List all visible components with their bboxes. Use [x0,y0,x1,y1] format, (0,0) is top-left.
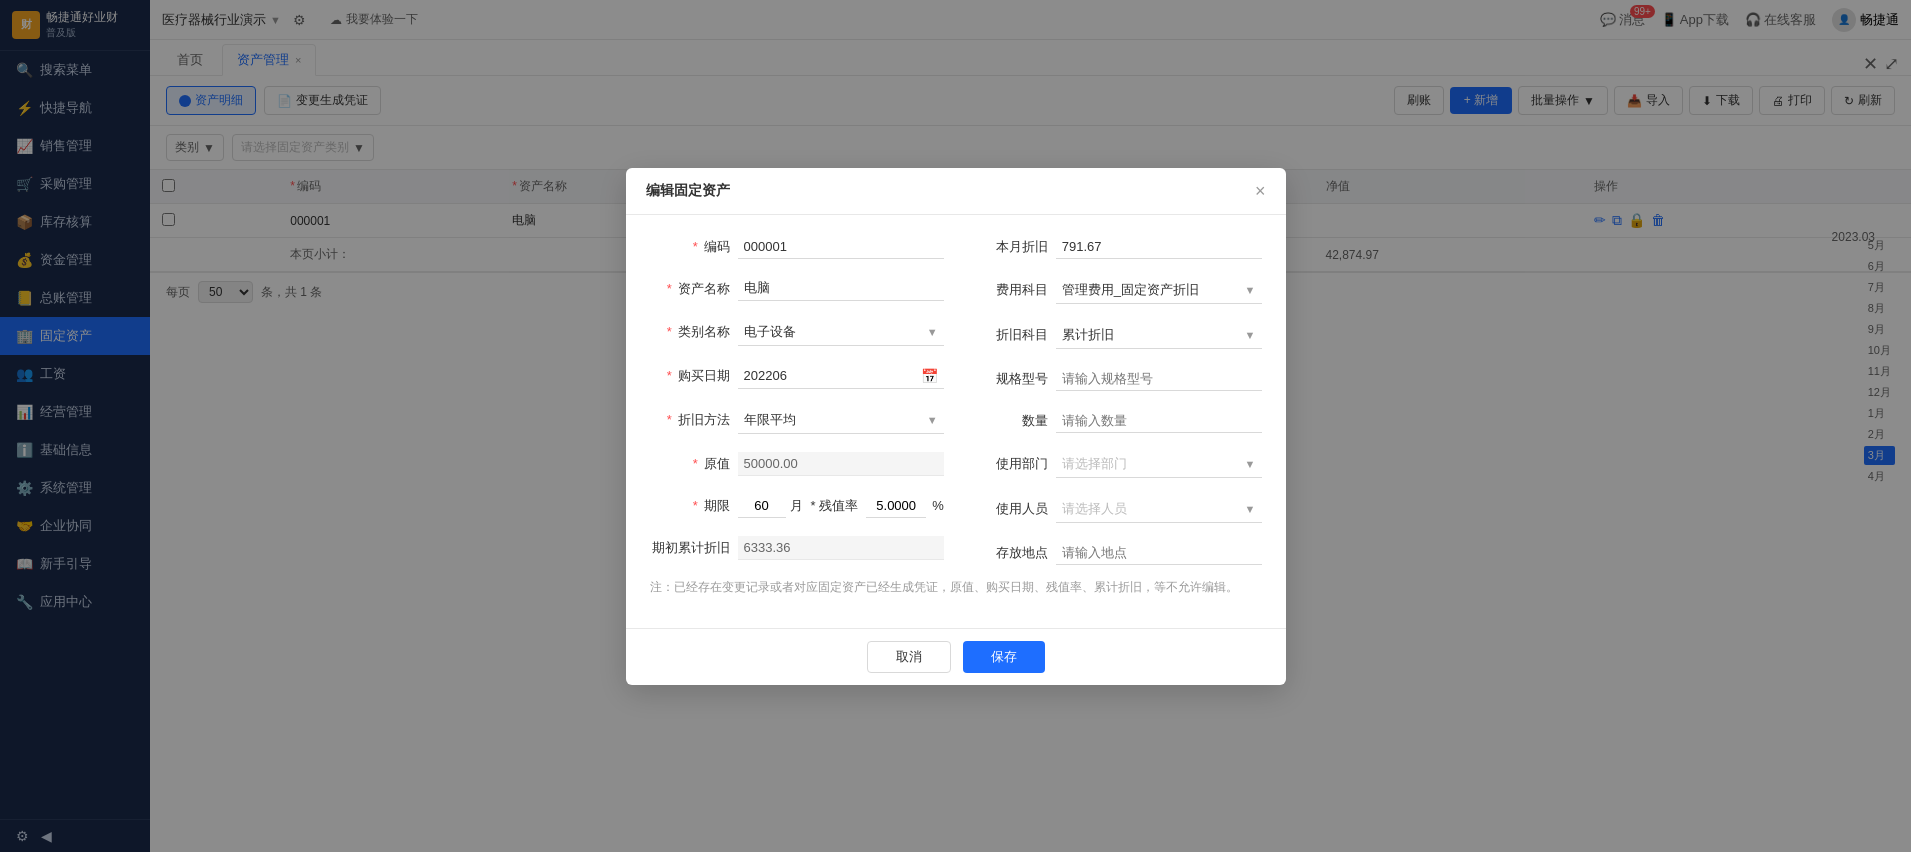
form-row-monthly-dep: 本月折旧 [968,235,1262,259]
code-input[interactable] [738,235,944,259]
dep-subject-text: 累计折旧 [1062,326,1245,344]
dep-subject-arrow-icon: ▼ [1245,329,1256,341]
quantity-label: 数量 [968,412,1048,430]
original-value-label: * 原值 [650,455,730,473]
modal-title: 编辑固定资产 [646,182,730,200]
expense-subject-label: 费用科目 [968,281,1048,299]
category-select[interactable]: 电子设备 ▼ [738,319,944,346]
dep-method-select[interactable]: 年限平均 ▼ [738,407,944,434]
original-value-input[interactable] [738,452,944,476]
form-row-expense-subject: 费用科目 管理费用_固定资产折旧 ▼ [968,277,1262,304]
person-select[interactable]: 请选择人员 ▼ [1056,496,1262,523]
form-row-dep-subject: 折旧科目 累计折旧 ▼ [968,322,1262,349]
modal-overlay: 编辑固定资产 × * 编码 [0,0,1911,852]
form-row-department: 使用部门 请选择部门 ▼ [968,451,1262,478]
location-label: 存放地点 [968,544,1048,562]
modal-left-col: * 编码 * 资产名称 [650,235,944,583]
form-row-category: * 类别名称 电子设备 ▼ [650,319,944,346]
department-label: 使用部门 [968,455,1048,473]
modal-header: 编辑固定资产 × [626,168,1286,215]
residual-rate-wrap: % [866,494,944,518]
period-label: * 期限 [650,497,730,515]
modal-close-btn[interactable]: × [1255,182,1266,200]
form-row-quantity: 数量 [968,409,1262,433]
residual-rate-input[interactable] [866,494,926,518]
opening-dep-input[interactable] [738,536,944,560]
quantity-input[interactable] [1056,409,1262,433]
modal-note: 注：已经存在变更记录或者对应固定资产已经生成凭证，原值、购买日期、残值率、累计折… [650,579,1262,608]
asset-name-input[interactable] [738,277,944,301]
modal-body: * 编码 * 资产名称 [626,215,1286,628]
department-arrow-icon: ▼ [1245,458,1256,470]
department-placeholder: 请选择部门 [1062,455,1245,473]
period-input[interactable] [738,494,786,518]
form-row-person: 使用人员 请选择人员 ▼ [968,496,1262,523]
dep-subject-select[interactable]: 累计折旧 ▼ [1056,322,1262,349]
form-row-spec-model: 规格型号 [968,367,1262,391]
expense-subject-arrow-icon: ▼ [1245,284,1256,296]
form-row-original-value: * 原值 [650,452,944,476]
code-req-star: * [693,239,698,254]
category-select-text: 电子设备 [744,323,927,341]
calendar-icon[interactable]: 📅 [921,368,938,384]
person-arrow-icon: ▼ [1245,503,1256,515]
dep-subject-label: 折旧科目 [968,326,1048,344]
form-row-period: * 期限 月 * 残值率 % [650,494,944,518]
form-row-location: 存放地点 [968,541,1262,565]
purchase-date-input[interactable] [744,368,921,383]
save-button[interactable]: 保存 [963,641,1045,673]
form-row-opening-dep: 期初累计折旧 [650,536,944,560]
modal-grid: * 编码 * 资产名称 [650,235,1262,583]
dep-method-label: * 折旧方法 [650,411,730,429]
monthly-dep-label: 本月折旧 [968,238,1048,256]
residual-rate-label: * 残值率 [811,497,859,515]
person-label: 使用人员 [968,500,1048,518]
expense-subject-select[interactable]: 管理费用_固定资产折旧 ▼ [1056,277,1262,304]
location-input[interactable] [1056,541,1262,565]
category-select-arrow-icon: ▼ [927,326,938,338]
expense-subject-text: 管理费用_固定资产折旧 [1062,281,1245,299]
person-placeholder: 请选择人员 [1062,500,1245,518]
period-unit: 月 [790,497,803,515]
form-row-dep-method: * 折旧方法 年限平均 ▼ [650,407,944,434]
purchase-date-label: * 购买日期 [650,367,730,385]
purchase-date-input-wrap: 📅 [738,364,944,389]
spec-model-input[interactable] [1056,367,1262,391]
residual-rate-unit: % [932,498,944,513]
form-row-purchase-date: * 购买日期 📅 [650,364,944,389]
asset-name-label: * 资产名称 [650,280,730,298]
form-row-asset-name: * 资产名称 [650,277,944,301]
dep-method-arrow-icon: ▼ [927,414,938,426]
cancel-button[interactable]: 取消 [867,641,951,673]
spec-model-label: 规格型号 [968,370,1048,388]
code-label: * 编码 [650,238,730,256]
category-label2: * 类别名称 [650,323,730,341]
dep-method-text: 年限平均 [744,411,927,429]
period-wrap: 月 [738,494,803,518]
modal-footer: 取消 保存 [626,628,1286,685]
form-row-code: * 编码 [650,235,944,259]
opening-dep-label: 期初累计折旧 [650,539,730,557]
monthly-dep-input[interactable] [1056,235,1262,259]
edit-asset-modal: 编辑固定资产 × * 编码 [626,168,1286,685]
department-select[interactable]: 请选择部门 ▼ [1056,451,1262,478]
modal-right-col: 本月折旧 费用科目 管理费用_固定资产折旧 ▼ [968,235,1262,583]
